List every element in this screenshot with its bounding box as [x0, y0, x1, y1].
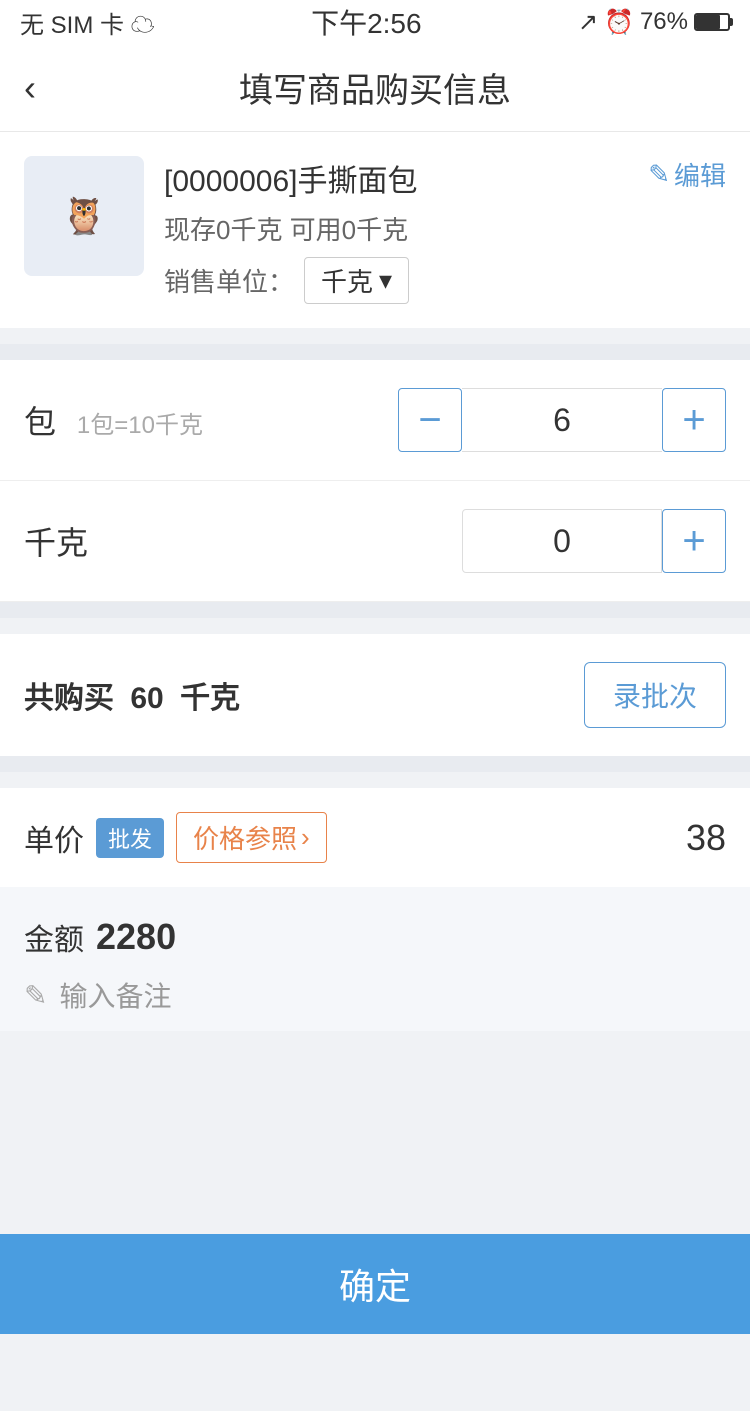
- unit-value: 千克: [321, 262, 373, 299]
- battery-icon: [694, 13, 730, 31]
- total-section: 共购买 60 千克 录批次: [0, 634, 750, 756]
- price-ref-button[interactable]: 价格参照 ›: [176, 812, 327, 863]
- price-ref-label: 价格参照: [193, 819, 297, 856]
- edit-button[interactable]: ✎ 编辑: [648, 156, 726, 193]
- divider-1: [0, 344, 750, 360]
- kilogram-controls: +: [462, 509, 726, 573]
- battery-label: 76%: [640, 8, 688, 36]
- bao-hint: 1包=10千克: [77, 412, 203, 439]
- product-info: [0000006]手撕面包 ✎ 编辑 现存0千克 可用0千克 销售单位： 千克 …: [164, 156, 726, 304]
- dropdown-icon: ▾: [379, 265, 392, 296]
- bao-input[interactable]: [462, 388, 662, 452]
- bao-controls: − +: [398, 388, 726, 452]
- batch-button[interactable]: 录批次: [584, 662, 726, 728]
- total-quantity: 60: [130, 682, 163, 715]
- price-label: 单价: [24, 816, 84, 860]
- remark-icon: ✎: [24, 979, 47, 1012]
- kilogram-input[interactable]: [462, 509, 662, 573]
- product-header-row: [0000006]手撕面包 ✎ 编辑: [164, 156, 726, 210]
- status-time: 下午2:56: [311, 2, 422, 42]
- edit-icon: ✎: [648, 159, 670, 190]
- kilogram-label: 千克: [24, 518, 462, 564]
- divider-2: [0, 602, 750, 618]
- total-label: 共购买 60 千克: [24, 673, 240, 717]
- amount-label: 金额: [24, 915, 84, 959]
- nav-icon: ↗: [578, 8, 598, 37]
- kilogram-row: 千克 +: [0, 481, 750, 602]
- remark-placeholder: 输入备注: [59, 975, 171, 1015]
- total-unit: 千克: [180, 682, 240, 715]
- product-thumbnail: 🦉: [24, 156, 144, 276]
- status-left: 无 SIM 卡 ☁: [20, 5, 155, 40]
- remark-row[interactable]: ✎ 输入备注: [24, 975, 726, 1015]
- back-button[interactable]: ‹: [24, 67, 36, 109]
- total-prefix: 共购买: [24, 682, 114, 715]
- unit-label: 销售单位：: [164, 262, 294, 299]
- bao-row: 包 1包=10千克 − +: [0, 360, 750, 481]
- quantity-section: 包 1包=10千克 − + 千克 +: [0, 360, 750, 602]
- bao-plus-button[interactable]: +: [662, 388, 726, 452]
- nav-bar: ‹ 填写商品购买信息: [0, 44, 750, 132]
- product-thumb-icon: 🦉: [62, 195, 107, 237]
- bao-label: 包 1包=10千克: [24, 397, 398, 443]
- kilogram-plus-button[interactable]: +: [662, 509, 726, 573]
- price-label-row: 单价 批发 价格参照 ›: [24, 812, 327, 863]
- amount-value: 2280: [96, 916, 176, 958]
- status-bar: 无 SIM 卡 ☁ 下午2:56 ↗ ⏰ 76%: [0, 0, 750, 44]
- bao-minus-button[interactable]: −: [398, 388, 462, 452]
- page-title: 填写商品购买信息: [239, 63, 511, 112]
- confirm-bar[interactable]: 确定: [0, 1234, 750, 1334]
- amount-section: 金额 2280 ✎ 输入备注: [0, 887, 750, 1031]
- price-section: 单价 批发 价格参照 › 38: [0, 788, 750, 887]
- edit-label: 编辑: [674, 156, 726, 193]
- product-section: 🦉 [0000006]手撕面包 ✎ 编辑 现存0千克 可用0千克 销售单位： 千…: [0, 132, 750, 328]
- sim-label: 无 SIM 卡 ☁: [20, 5, 155, 40]
- status-right: ↗ ⏰ 76%: [578, 8, 730, 37]
- product-stock: 现存0千克 可用0千克: [164, 210, 726, 247]
- price-value: 38: [686, 817, 726, 859]
- confirm-button[interactable]: 确定: [339, 1258, 411, 1310]
- batch-tag: 批发: [96, 818, 164, 858]
- product-unit-row: 销售单位： 千克 ▾: [164, 257, 726, 304]
- amount-row: 金额 2280: [24, 915, 726, 959]
- divider-3: [0, 756, 750, 772]
- alarm-icon: ⏰: [604, 8, 634, 37]
- product-name: [0000006]手撕面包: [164, 156, 417, 200]
- unit-select[interactable]: 千克 ▾: [304, 257, 409, 304]
- price-ref-arrow: ›: [301, 822, 310, 853]
